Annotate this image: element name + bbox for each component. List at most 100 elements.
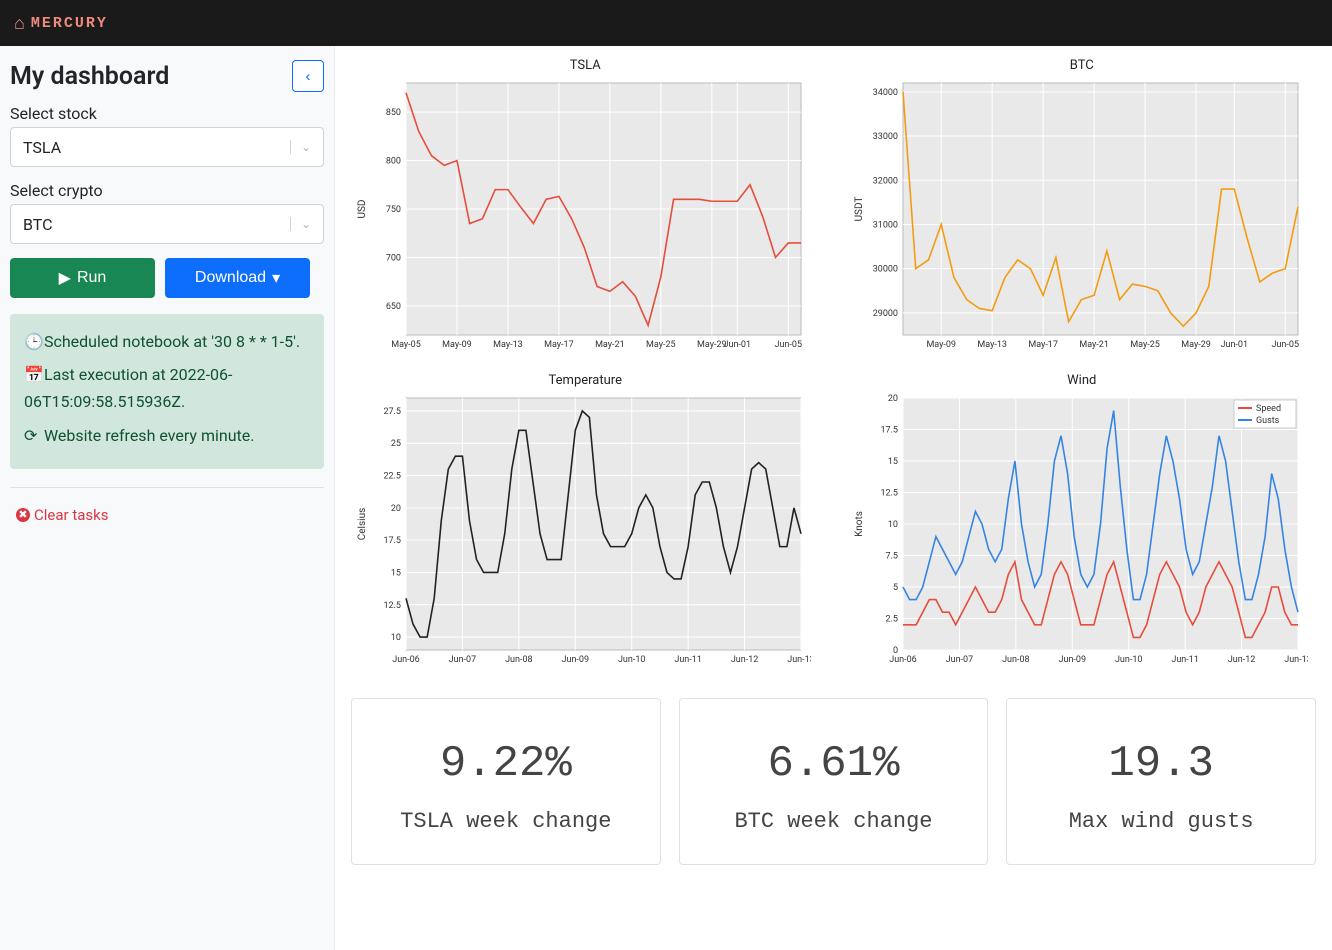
kpi-card: 6.61% BTC week change <box>679 698 989 865</box>
svg-text:12.5: 12.5 <box>880 489 898 499</box>
chevron-left-icon: ‹ <box>306 68 311 85</box>
svg-text:Jun-01: Jun-01 <box>1220 340 1248 350</box>
stock-select-label: Select stock <box>10 104 324 123</box>
run-button-label: Run <box>77 269 106 287</box>
svg-text:May-25: May-25 <box>1130 340 1160 350</box>
svg-text:29000: 29000 <box>872 309 897 319</box>
svg-text:33000: 33000 <box>872 132 897 142</box>
alert-scheduled-text: Scheduled notebook at '30 8 * * 1-5'. <box>44 332 300 351</box>
schedule-alert: 🕒 Scheduled notebook at '30 8 * * 1-5'. … <box>10 314 324 469</box>
svg-text:27.5: 27.5 <box>383 407 401 417</box>
svg-text:Jun-12: Jun-12 <box>731 655 759 665</box>
chart-title: Temperature <box>351 373 820 388</box>
svg-text:Jun-13: Jun-13 <box>787 655 811 665</box>
refresh-icon: ⟳ <box>24 422 40 449</box>
chart-wind: Wind02.557.51012.51517.520KnotsJun-06Jun… <box>848 373 1317 680</box>
svg-text:May-25: May-25 <box>646 340 676 350</box>
svg-text:May-09: May-09 <box>442 340 472 350</box>
topbar: ⌂ MERCURY <box>0 0 1332 46</box>
svg-text:5: 5 <box>892 583 897 593</box>
kpi-row: 9.22%TSLA week change 6.61% BTC week chang… <box>351 698 1316 865</box>
svg-text:20: 20 <box>391 504 401 514</box>
page-title: My dashboard <box>10 62 169 91</box>
svg-text:650: 650 <box>386 302 401 312</box>
chart-tsla: TSLA650700750800850USDMay-05May-09May-13… <box>351 58 820 365</box>
svg-text:May-13: May-13 <box>977 340 1007 350</box>
svg-text:Jun-11: Jun-11 <box>1171 655 1199 665</box>
alert-refresh-text: Website refresh every minute. <box>44 426 255 445</box>
chevron-down-icon: ⌄ <box>290 140 311 154</box>
svg-text:Jun-08: Jun-08 <box>505 655 533 665</box>
svg-text:10: 10 <box>887 520 897 530</box>
clear-tasks-link[interactable]: Clear tasks <box>10 502 114 528</box>
svg-text:May-09: May-09 <box>926 340 956 350</box>
main-content: TSLA650700750800850USDMay-05May-09May-13… <box>335 46 1332 950</box>
clock-icon: 🕒 <box>24 328 40 355</box>
kpi-value: 19.3 <box>1017 739 1305 789</box>
svg-text:Gusts: Gusts <box>1256 416 1280 426</box>
svg-text:Jun-10: Jun-10 <box>618 655 646 665</box>
kpi-label: Max wind gusts <box>1017 809 1305 834</box>
svg-text:Jun-13: Jun-13 <box>1284 655 1308 665</box>
svg-text:USD: USD <box>357 200 368 219</box>
svg-text:31000: 31000 <box>872 220 897 230</box>
collapse-sidebar-button[interactable]: ‹ <box>292 60 324 92</box>
svg-text:15: 15 <box>887 457 897 467</box>
crypto-select-value: BTC <box>23 215 53 234</box>
svg-text:Jun-10: Jun-10 <box>1114 655 1142 665</box>
svg-text:Speed: Speed <box>1256 404 1281 414</box>
svg-text:Jun-05: Jun-05 <box>775 340 803 350</box>
download-button-label: Download <box>195 269 266 287</box>
home-icon[interactable]: ⌂ <box>14 13 25 34</box>
svg-text:Knots: Knots <box>854 511 865 537</box>
kpi-label: BTC week change <box>690 809 978 834</box>
svg-text:12.5: 12.5 <box>383 601 401 611</box>
chart-temp: Temperature1012.51517.52022.52527.5Celsi… <box>351 373 820 680</box>
play-icon: ▶ <box>59 268 71 288</box>
svg-text:May-13: May-13 <box>493 340 523 350</box>
svg-text:7.5: 7.5 <box>885 552 898 562</box>
svg-text:May-29: May-29 <box>697 340 727 350</box>
svg-text:32000: 32000 <box>872 176 897 186</box>
chart-title: BTC <box>848 58 1317 73</box>
svg-text:Jun-09: Jun-09 <box>1058 655 1086 665</box>
download-button[interactable]: Download ▾ <box>165 258 310 298</box>
run-button[interactable]: ▶ Run <box>10 258 155 298</box>
svg-text:15: 15 <box>391 568 401 578</box>
kpi-card: 9.22%TSLA week change <box>351 698 661 865</box>
chart-btc: BTC290003000031000320003300034000USDTMay… <box>848 58 1317 365</box>
svg-text:Jun-06: Jun-06 <box>889 655 917 665</box>
sidebar: My dashboard ‹ Select stock TSLA ⌄ Selec… <box>0 46 335 950</box>
svg-text:Jun-01: Jun-01 <box>724 340 752 350</box>
svg-text:34000: 34000 <box>872 88 897 98</box>
svg-text:May-17: May-17 <box>1028 340 1058 350</box>
chart-title: Wind <box>848 373 1317 388</box>
svg-text:Jun-07: Jun-07 <box>449 655 477 665</box>
stock-select[interactable]: TSLA ⌄ <box>10 127 324 167</box>
divider <box>10 487 324 488</box>
kpi-value: 9.22% <box>362 739 650 789</box>
svg-text:750: 750 <box>386 205 401 215</box>
svg-text:Jun-11: Jun-11 <box>674 655 702 665</box>
chart-grid: TSLA650700750800850USDMay-05May-09May-13… <box>351 58 1316 680</box>
kpi-value: 6.61% <box>690 739 978 789</box>
svg-text:May-21: May-21 <box>1079 340 1109 350</box>
chart-title: TSLA <box>351 58 820 73</box>
svg-text:22.5: 22.5 <box>383 472 401 482</box>
svg-text:Celsius: Celsius <box>357 508 368 541</box>
alert-lastexec-text: Last execution at 2022-06-06T15:09:58.51… <box>24 365 232 411</box>
svg-text:10: 10 <box>391 633 401 643</box>
svg-text:May-05: May-05 <box>391 340 421 350</box>
svg-text:850: 850 <box>386 108 401 118</box>
kpi-card: 19.3 Max wind gusts <box>1006 698 1316 865</box>
stock-select-value: TSLA <box>23 138 61 157</box>
crypto-select[interactable]: BTC ⌄ <box>10 204 324 244</box>
svg-text:May-29: May-29 <box>1181 340 1211 350</box>
svg-text:17.5: 17.5 <box>880 426 898 436</box>
svg-text:800: 800 <box>386 157 401 167</box>
svg-text:Jun-09: Jun-09 <box>562 655 590 665</box>
app-logo[interactable]: MERCURY <box>31 15 108 32</box>
caret-down-icon: ▾ <box>272 268 280 288</box>
clear-tasks-label: Clear tasks <box>34 506 108 524</box>
crypto-select-label: Select crypto <box>10 181 324 200</box>
